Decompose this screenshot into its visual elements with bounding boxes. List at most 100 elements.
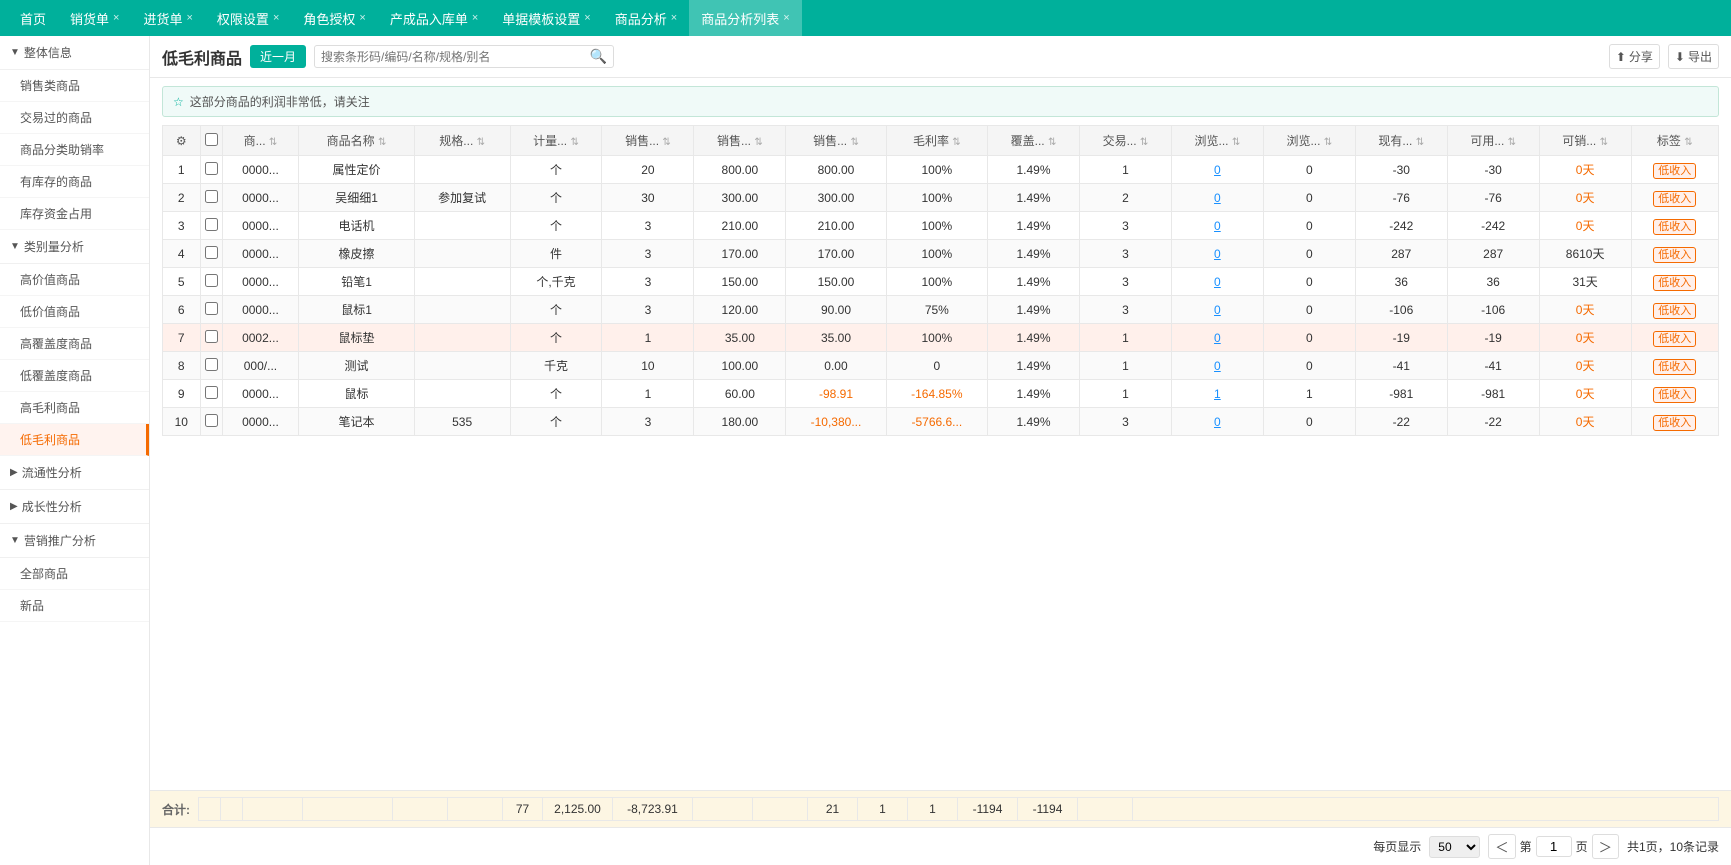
sidebar-group-circulation[interactable]: ▶ 流通性分析 xyxy=(0,456,149,490)
row-spec xyxy=(414,352,510,380)
row-gross-margin: 75% xyxy=(886,296,987,324)
row-checkbox[interactable] xyxy=(205,274,218,287)
arrow-icon: ▼ xyxy=(10,535,20,546)
row-available-stock: 287 xyxy=(1447,240,1539,268)
next-page-button[interactable]: ＞ xyxy=(1592,834,1619,859)
sidebar-item-in-stock-products[interactable]: 有库存的商品 xyxy=(0,166,149,198)
col-trade-count[interactable]: 交易... ⇅ xyxy=(1079,126,1171,156)
row-view1[interactable]: 0 xyxy=(1171,324,1263,352)
row-sales-amount: 120.00 xyxy=(694,296,786,324)
sidebar-item-high-margin[interactable]: 高毛利商品 xyxy=(0,392,149,424)
col-name[interactable]: 商品名称 ⇅ xyxy=(299,126,414,156)
filter-button[interactable]: 近一月 xyxy=(250,45,306,68)
sidebar-group-growth[interactable]: ▶ 成长性分析 xyxy=(0,490,149,524)
page-input[interactable] xyxy=(1536,836,1572,857)
sidebar-group-overview[interactable]: ▼ 整体信息 xyxy=(0,36,149,70)
sidebar-item-category-rate[interactable]: 商品分类助销率 xyxy=(0,134,149,166)
sidebar-item-low-value[interactable]: 低价值商品 xyxy=(0,296,149,328)
sidebar-item-new-products[interactable]: 新品 xyxy=(0,590,149,622)
row-view1[interactable]: 1 xyxy=(1171,380,1263,408)
row-checkbox[interactable] xyxy=(205,162,218,175)
row-view1[interactable]: 0 xyxy=(1171,212,1263,240)
close-icon[interactable]: × xyxy=(783,12,789,24)
nav-product-analysis-list[interactable]: 商品分析列表 × xyxy=(689,0,801,36)
row-tag: 低收入 xyxy=(1631,240,1718,268)
row-checkbox[interactable] xyxy=(205,246,218,259)
nav-sales-order[interactable]: 销货单 × xyxy=(58,0,131,36)
row-spec: 535 xyxy=(414,408,510,436)
share-button[interactable]: ⬆ 分享 xyxy=(1609,44,1660,69)
close-icon[interactable]: × xyxy=(671,12,677,24)
row-checkbox[interactable] xyxy=(205,218,218,231)
row-view1[interactable]: 0 xyxy=(1171,240,1263,268)
row-checkbox[interactable] xyxy=(205,330,218,343)
nav-purchase-order[interactable]: 进货单 × xyxy=(131,0,204,36)
sidebar-group-category-analysis[interactable]: ▼ 类别量分析 xyxy=(0,230,149,264)
col-unit[interactable]: 计量... ⇅ xyxy=(510,126,602,156)
row-spec xyxy=(414,240,510,268)
nav-product-analysis[interactable]: 商品分析 × xyxy=(603,0,689,36)
col-settings[interactable]: ⚙ xyxy=(163,126,201,156)
col-sales-amount[interactable]: 销售... ⇅ xyxy=(694,126,786,156)
search-icon[interactable]: 🔍 xyxy=(590,48,607,65)
row-code: 0000... xyxy=(222,268,299,296)
col-tag[interactable]: 标签 ⇅ xyxy=(1631,126,1718,156)
sidebar-group-marketing[interactable]: ▼ 营销推广分析 xyxy=(0,524,149,558)
prev-page-button[interactable]: ＜ xyxy=(1488,834,1515,859)
col-checkbox[interactable] xyxy=(200,126,222,156)
nav-role-auth[interactable]: 角色授权 × xyxy=(291,0,377,36)
col-code[interactable]: 商... ⇅ xyxy=(222,126,299,156)
col-sales-qty[interactable]: 销售... ⇅ xyxy=(602,126,694,156)
close-icon[interactable]: × xyxy=(113,12,119,24)
col-current-stock[interactable]: 现有... ⇅ xyxy=(1355,126,1447,156)
sidebar-item-high-coverage[interactable]: 高覆盖度商品 xyxy=(0,328,149,360)
sidebar-item-high-value[interactable]: 高价值商品 xyxy=(0,264,149,296)
row-current-stock: -41 xyxy=(1355,352,1447,380)
row-checkbox[interactable] xyxy=(205,414,218,427)
nav-permission-setting[interactable]: 权限设置 × xyxy=(205,0,291,36)
col-sales-profit[interactable]: 销售... ⇅ xyxy=(786,126,886,156)
close-icon[interactable]: × xyxy=(584,12,590,24)
per-page-select[interactable]: 50 100 200 xyxy=(1429,836,1480,858)
sidebar-item-all-products[interactable]: 全部商品 xyxy=(0,558,149,590)
row-view1[interactable]: 0 xyxy=(1171,296,1263,324)
row-checkbox[interactable] xyxy=(205,302,218,315)
footer-trade-count: 21 xyxy=(808,798,858,821)
row-view1[interactable]: 0 xyxy=(1171,352,1263,380)
sidebar-item-low-coverage[interactable]: 低覆盖度商品 xyxy=(0,360,149,392)
sidebar-item-low-margin[interactable]: 低毛利商品 xyxy=(0,424,149,456)
sidebar-item-sales-products[interactable]: 销售类商品 xyxy=(0,70,149,102)
row-view1[interactable]: 0 xyxy=(1171,268,1263,296)
search-input[interactable] xyxy=(321,50,590,64)
col-view2[interactable]: 浏览... ⇅ xyxy=(1263,126,1355,156)
close-icon[interactable]: × xyxy=(186,12,192,24)
nav-home[interactable]: 首页 xyxy=(8,0,58,36)
row-gross-margin: -164.85% xyxy=(886,380,987,408)
row-checkbox[interactable] xyxy=(205,358,218,371)
row-trade-count: 2 xyxy=(1079,184,1171,212)
col-spec[interactable]: 规格... ⇅ xyxy=(414,126,510,156)
close-icon[interactable]: × xyxy=(273,12,279,24)
sidebar-item-traded-products[interactable]: 交易过的商品 xyxy=(0,102,149,134)
nav-template-setting[interactable]: 单据模板设置 × xyxy=(490,0,602,36)
row-checkbox[interactable] xyxy=(205,190,218,203)
export-button[interactable]: ⬇ 导出 xyxy=(1668,44,1719,69)
select-all-checkbox[interactable] xyxy=(205,133,218,146)
sidebar-item-stock-fund[interactable]: 库存资金占用 xyxy=(0,198,149,230)
col-sellable-days[interactable]: 可销... ⇅ xyxy=(1539,126,1631,156)
col-available-stock[interactable]: 可用... ⇅ xyxy=(1447,126,1539,156)
row-name: 测试 xyxy=(299,352,414,380)
col-gross-margin[interactable]: 毛利率 ⇅ xyxy=(886,126,987,156)
row-view1[interactable]: 0 xyxy=(1171,156,1263,184)
row-code: 0000... xyxy=(222,212,299,240)
close-icon[interactable]: × xyxy=(472,12,478,24)
nav-product-inbound[interactable]: 产成品入库单 × xyxy=(378,0,490,36)
row-view1[interactable]: 0 xyxy=(1171,184,1263,212)
row-available-stock: -76 xyxy=(1447,184,1539,212)
row-view1[interactable]: 0 xyxy=(1171,408,1263,436)
close-icon[interactable]: × xyxy=(359,12,365,24)
col-coverage[interactable]: 覆盖... ⇅ xyxy=(988,126,1080,156)
row-sales-qty: 3 xyxy=(602,296,694,324)
row-checkbox[interactable] xyxy=(205,386,218,399)
col-view1[interactable]: 浏览... ⇅ xyxy=(1171,126,1263,156)
